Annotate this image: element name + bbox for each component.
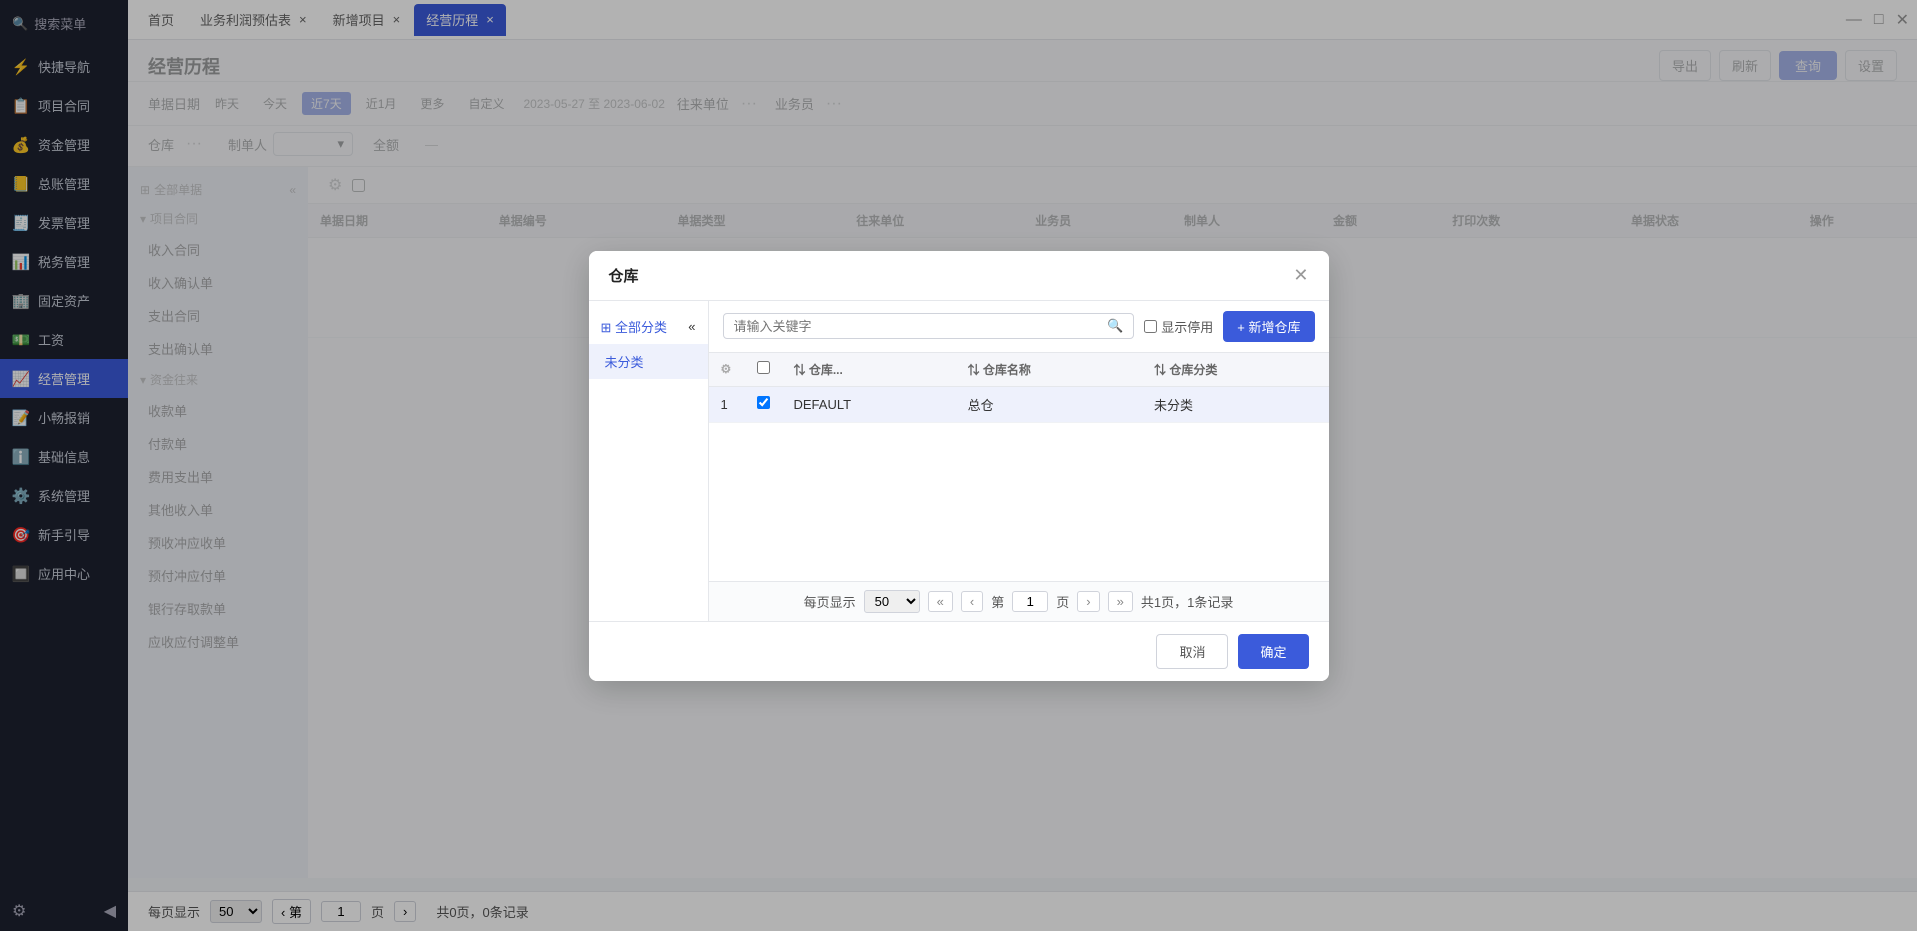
modal-page-suffix: 页	[1056, 592, 1069, 611]
modal-prev-page-btn[interactable]: ‹	[961, 591, 983, 612]
row-category: 未分类	[1142, 386, 1328, 422]
search-input-wrap: 🔍	[723, 313, 1135, 339]
col-settings-icon[interactable]: ⚙	[721, 362, 732, 376]
modal-per-page-label: 每页显示	[804, 592, 856, 611]
modal-footer: 取消 确定	[589, 621, 1329, 681]
cancel-button[interactable]: 取消	[1156, 634, 1228, 669]
modal-page-input[interactable]	[1012, 591, 1048, 612]
all-categories-label: ⊞ 全部分类	[601, 317, 668, 336]
table-panel: 🔍 显示停用 + 新增仓库 ⚙	[709, 301, 1329, 621]
modal-next-page-btn[interactable]: ›	[1077, 591, 1099, 612]
confirm-button[interactable]: 确定	[1238, 634, 1308, 669]
row-checkbox-cell	[745, 386, 782, 422]
modal-first-page-btn[interactable]: «	[928, 591, 953, 612]
search-icon: 🔍	[1107, 318, 1123, 334]
table-row[interactable]: 1 DEFAULT 总仓 未分类	[709, 386, 1329, 422]
add-warehouse-button[interactable]: + 新增仓库	[1223, 311, 1314, 342]
modal-per-page-select[interactable]: 50 100	[864, 590, 920, 613]
show-disabled-checkbox[interactable]	[1144, 320, 1157, 333]
row-name: 总仓	[956, 386, 1142, 422]
modal-total-info: 共1页，1条记录	[1141, 592, 1233, 611]
warehouse-table: ⚙ ⇅ 仓库... ⇅ 仓库名称	[709, 353, 1329, 423]
all-categories-header[interactable]: ⊞ 全部分类 «	[589, 309, 708, 344]
col-checkbox	[745, 353, 782, 387]
modal-select-all[interactable]	[757, 361, 770, 374]
cat-panel-collapse-icon[interactable]: «	[688, 319, 695, 334]
modal-search-bar: 🔍 显示停用 + 新增仓库	[709, 301, 1329, 353]
cat-item-unclassified[interactable]: 未分类	[589, 344, 708, 379]
show-disabled-label[interactable]: 显示停用	[1144, 317, 1213, 336]
cat-item-unclassified-label: 未分类	[605, 355, 644, 370]
modal-last-page-btn[interactable]: »	[1108, 591, 1133, 612]
category-panel: ⊞ 全部分类 « 未分类	[589, 301, 709, 621]
modal-header: 仓库 ✕	[589, 251, 1329, 301]
modal-pagination: 每页显示 50 100 « ‹ 第 页 › » 共1页，1条记录	[709, 581, 1329, 621]
warehouse-modal: 仓库 ✕ ⊞ 全部分类 « 未分类 🔍	[589, 251, 1329, 681]
row-id: 1	[709, 386, 745, 422]
modal-overlay: 仓库 ✕ ⊞ 全部分类 « 未分类 🔍	[0, 0, 1917, 931]
col-warehouse-code: ⇅ 仓库...	[782, 353, 956, 387]
modal-title: 仓库	[609, 265, 639, 286]
row-checkbox[interactable]	[757, 396, 770, 409]
show-disabled-text: 显示停用	[1161, 317, 1213, 336]
modal-close-icon[interactable]: ✕	[1293, 265, 1308, 286]
modal-body: ⊞ 全部分类 « 未分类 🔍 显示停用	[589, 301, 1329, 621]
col-warehouse-category: ⇅ 仓库分类	[1142, 353, 1328, 387]
modal-table-wrap: ⚙ ⇅ 仓库... ⇅ 仓库名称	[709, 353, 1329, 581]
modal-page-prefix: 第	[991, 592, 1004, 611]
col-settings: ⚙	[709, 353, 745, 387]
col-warehouse-name: ⇅ 仓库名称	[956, 353, 1142, 387]
warehouse-search-input[interactable]	[734, 319, 1102, 334]
row-code: DEFAULT	[782, 386, 956, 422]
